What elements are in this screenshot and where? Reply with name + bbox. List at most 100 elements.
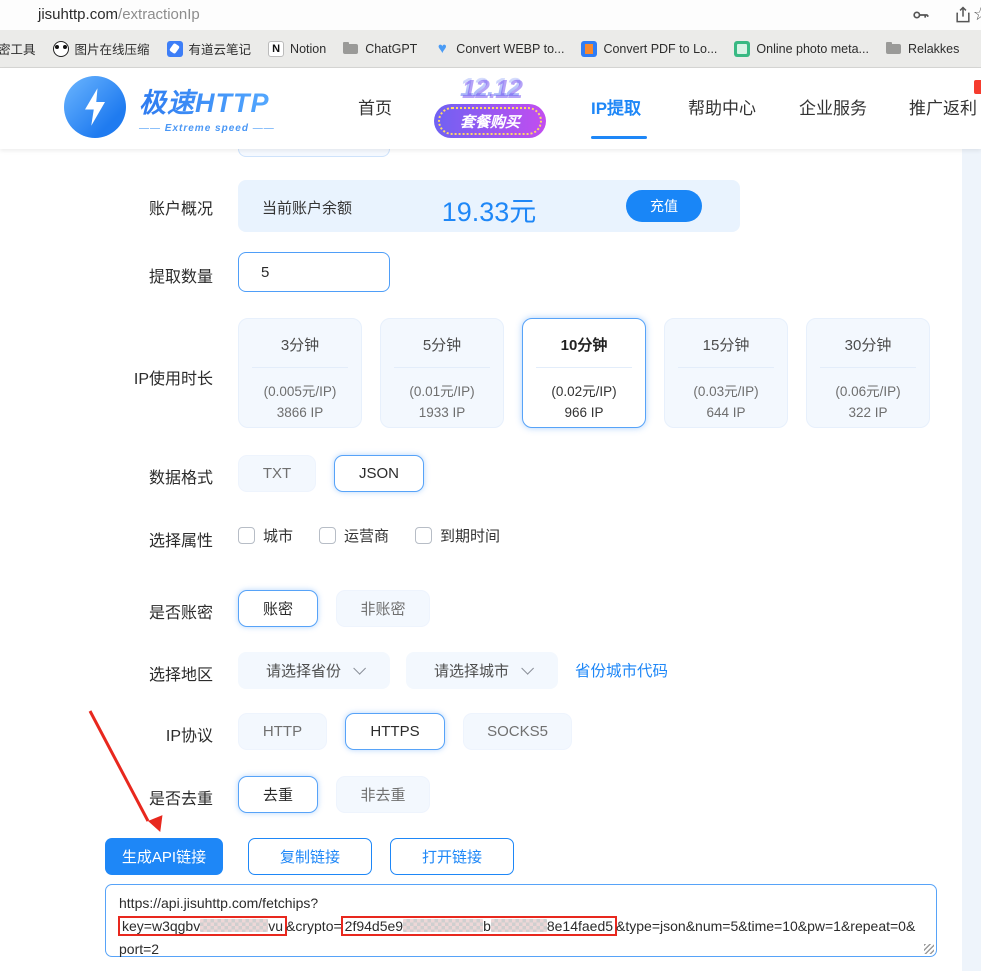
protocol-chip-socks5[interactable]: SOCKS5: [463, 713, 572, 750]
panda-icon: [52, 40, 69, 57]
divider: [252, 367, 348, 368]
bookmark-label: Notion: [290, 41, 327, 56]
promo-box: 套餐购买: [434, 104, 546, 138]
province-city-code-link[interactable]: 省份城市代码: [575, 659, 668, 681]
checkbox-label: 到期时间: [440, 528, 501, 545]
bookmark-item[interactable]: Convert PDF to Lo...: [581, 40, 717, 57]
checkbox-city[interactable]: 城市: [238, 525, 293, 546]
divider: [678, 367, 774, 368]
dedupe-chip-yes-selected[interactable]: 去重: [238, 776, 318, 813]
folder-icon: [885, 41, 902, 57]
card-count: 3866 IP: [276, 405, 324, 420]
open-link-button[interactable]: 打开链接: [390, 838, 514, 875]
url-key-prefix: key=w3qgbv: [122, 918, 201, 934]
site-logo[interactable]: 极速HTTP Extreme speed: [64, 76, 275, 138]
card-title: 3分钟: [280, 337, 320, 354]
site-header: 极速HTTP Extreme speed 首页 12.12 套餐购买 IP提取 …: [0, 68, 981, 149]
duration-card-15min[interactable]: 15分钟 (0.03元/IP) 644 IP: [664, 318, 788, 428]
protocol-chip-https-selected[interactable]: HTTPS: [345, 713, 445, 750]
auth-chip-no-account[interactable]: 非账密: [336, 590, 430, 627]
duration-options: 3分钟 (0.005元/IP) 3866 IP 5分钟 (0.01元/IP) 1…: [238, 318, 930, 428]
generate-api-link-button[interactable]: 生成API链接: [105, 838, 223, 875]
bookmark-item[interactable]: N Notion: [268, 40, 327, 57]
dedupe-chip-no[interactable]: 非去重: [336, 776, 430, 813]
heart-icon: ♥: [437, 39, 447, 57]
api-url-line3: port=2: [119, 941, 160, 957]
redacted-key-segment: [200, 919, 269, 932]
promo-label: 套餐购买: [438, 107, 542, 135]
bookmark-label: Online photo meta...: [756, 41, 869, 56]
url-crypto-suffix: 8e14faed5: [546, 918, 614, 934]
account-section-label: 账户概况: [148, 201, 213, 218]
card-count: 644 IP: [706, 405, 746, 420]
url-domain: jisuhttp.com: [38, 6, 119, 23]
chevron-down-icon: [353, 662, 366, 675]
checkbox-isp[interactable]: 运营商: [319, 525, 389, 546]
format-chip-json-selected[interactable]: JSON: [334, 455, 424, 492]
browser-url-bar[interactable]: jisuhttp.com/extractionIp ☆: [0, 0, 981, 30]
password-key-icon[interactable]: [911, 5, 931, 25]
pdf-converter-icon: [581, 40, 598, 57]
duration-label: IP使用时长: [133, 371, 213, 388]
city-select[interactable]: 请选择城市: [406, 652, 558, 689]
card-price: (0.06元/IP): [835, 384, 901, 399]
card-title: 10分钟: [560, 337, 608, 354]
checkbox-icon: [415, 527, 433, 544]
bookmark-item[interactable]: 图片在线压缩: [52, 39, 150, 58]
nav-referral[interactable]: 推广返利: [909, 94, 977, 119]
bookmark-item[interactable]: 密工具: [0, 39, 36, 58]
api-url-output[interactable]: https://api.jisuhttp.com/fetchips? key=w…: [105, 884, 937, 957]
bookmark-item[interactable]: 有道云笔记: [166, 39, 251, 58]
url-key-suffix: vu: [268, 918, 284, 934]
nav-home[interactable]: 首页: [358, 94, 392, 119]
nav-help-center[interactable]: 帮助中心: [688, 94, 756, 119]
logo-title: 极速HTTP: [139, 81, 275, 120]
nav-active-underline: [591, 136, 647, 139]
auth-chip-account-selected[interactable]: 账密: [238, 590, 318, 627]
auth-label: 是否账密: [148, 605, 213, 622]
url-params-tail: &type=json&num=5&time=10&pw=1&repeat=0&: [616, 918, 916, 934]
notion-icon: N: [268, 40, 285, 57]
checkbox-expire-time[interactable]: 到期时间: [415, 525, 500, 546]
province-select[interactable]: 请选择省份: [238, 652, 390, 689]
nav-red-badge: [974, 80, 981, 94]
bookmark-item[interactable]: ♥ Convert WEBP to...: [434, 39, 565, 57]
quantity-input[interactable]: [238, 252, 390, 292]
protocol-chip-http[interactable]: HTTP: [238, 713, 327, 750]
format-chip-txt[interactable]: TXT: [238, 455, 316, 492]
card-price: (0.01元/IP): [409, 384, 475, 399]
extraction-form: 账户概况 当前账户余额 19.33元 充值 提取数量 IP使用时长 3分钟 (0…: [0, 139, 981, 971]
nav-ip-extract[interactable]: IP提取: [591, 94, 641, 119]
bookmark-label: Convert WEBP to...: [456, 41, 565, 56]
attribute-checkboxes: 城市 运营商 到期时间: [238, 525, 500, 546]
bookmark-folder[interactable]: Relakkes: [885, 41, 960, 57]
annotation-arrow: [88, 710, 163, 833]
textarea-resize-handle[interactable]: [924, 944, 934, 954]
share-icon[interactable]: [953, 5, 973, 25]
redacted-crypto-segment: [490, 919, 547, 932]
bookmark-label: Relakkes: [907, 41, 960, 56]
promo-date: 12.12: [434, 72, 546, 103]
bookmark-star-icon[interactable]: ☆: [973, 4, 981, 25]
duration-card-10min-selected[interactable]: 10分钟 (0.02元/IP) 966 IP: [522, 318, 646, 428]
city-placeholder: 请选择城市: [433, 663, 509, 680]
duration-card-3min[interactable]: 3分钟 (0.005元/IP) 3866 IP: [238, 318, 362, 428]
promo-banner-12-12[interactable]: 12.12 套餐购买: [434, 72, 546, 140]
card-price: (0.03元/IP): [693, 384, 759, 399]
recharge-button[interactable]: 充值: [626, 190, 702, 222]
duration-card-5min[interactable]: 5分钟 (0.01元/IP) 1933 IP: [380, 318, 504, 428]
copy-link-button[interactable]: 复制链接: [248, 838, 372, 875]
bookmark-label: 图片在线压缩: [74, 43, 150, 57]
annotation-box-key: key=w3qgbv vu: [118, 916, 288, 936]
nav-enterprise[interactable]: 企业服务: [799, 94, 867, 119]
bookmark-label: 密工具: [0, 43, 36, 57]
url-crypto-prefix: 2f94d5e9: [344, 918, 404, 934]
duration-card-30min[interactable]: 30分钟 (0.06元/IP) 322 IP: [806, 318, 930, 428]
card-price: (0.005元/IP): [263, 384, 337, 399]
photo-tool-icon: [734, 40, 751, 57]
bookmark-item[interactable]: Online photo meta...: [734, 40, 869, 57]
address-text[interactable]: jisuhttp.com/extractionIp: [38, 6, 200, 23]
bookmark-folder[interactable]: ChatGPT: [343, 41, 417, 57]
logo-subtitle: Extreme speed: [139, 123, 275, 134]
checkbox-label: 运营商: [344, 528, 390, 545]
